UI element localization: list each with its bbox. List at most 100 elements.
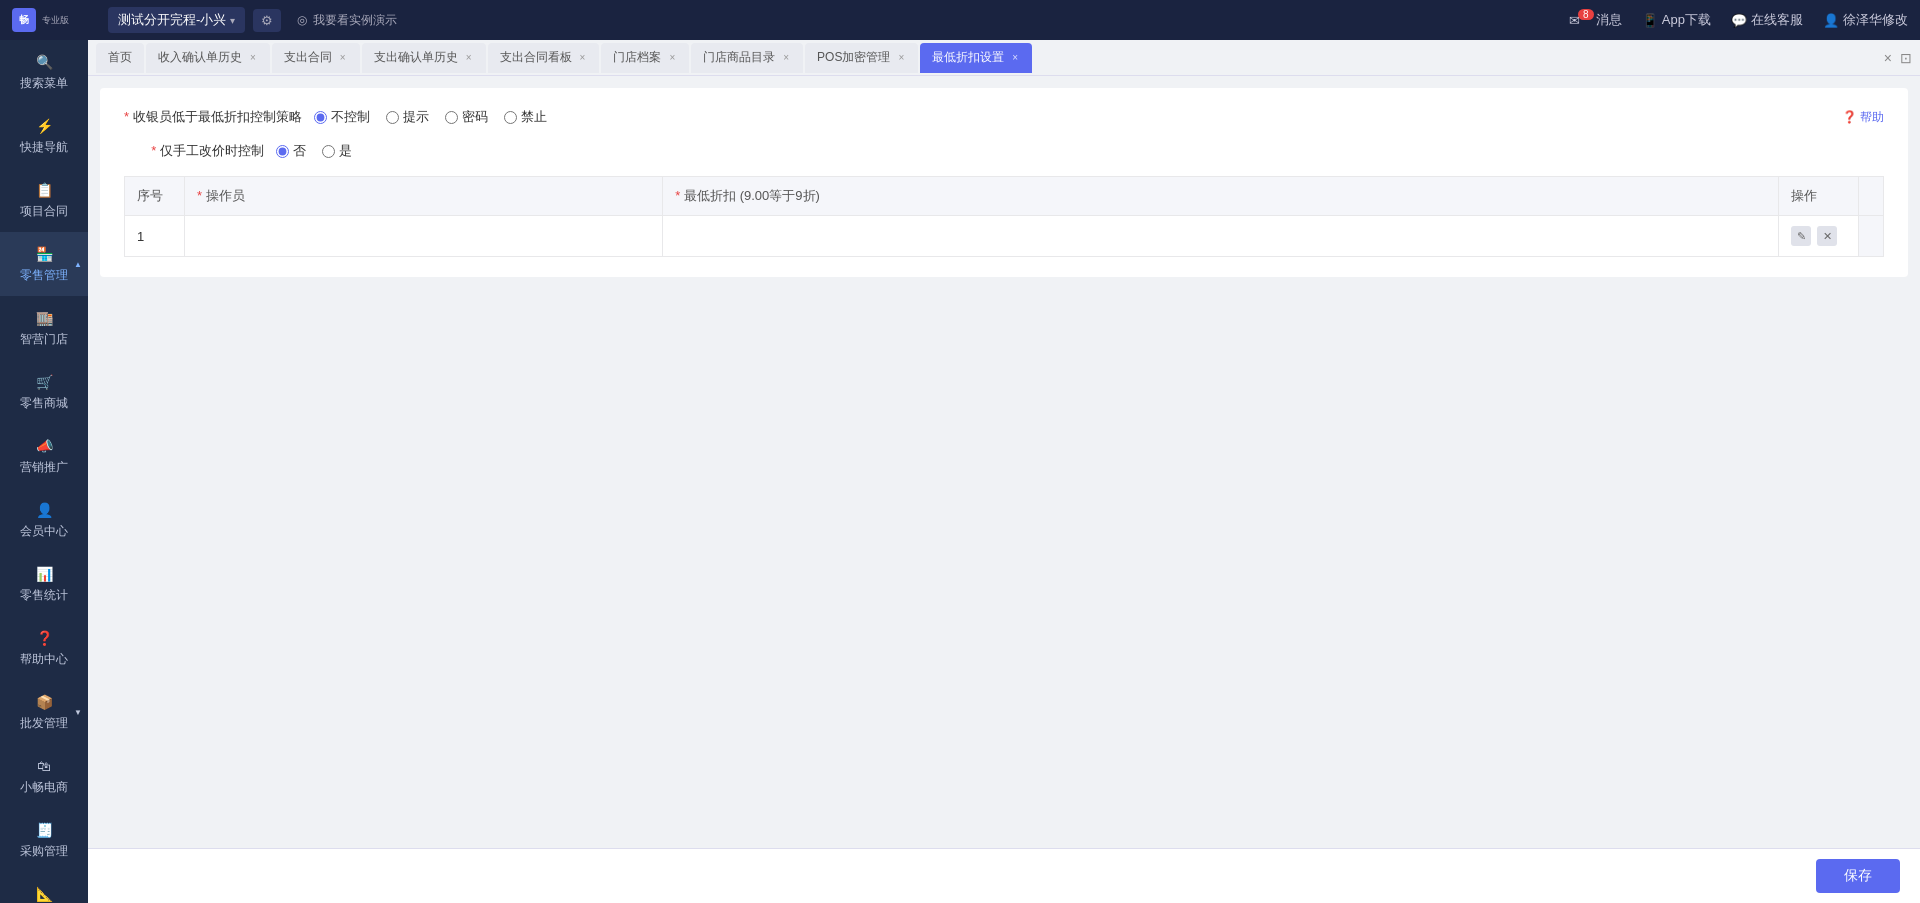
tab-payment-board-close[interactable]: × — [578, 51, 588, 64]
manual-price-label: 仅手工改价时控制 — [124, 142, 264, 160]
app-download-button[interactable]: 📱 App下载 — [1642, 11, 1711, 29]
member-icon: 👤 — [34, 500, 54, 520]
project-selector[interactable]: 测试分开完程-小兴 ▾ — [108, 7, 245, 33]
contract-icon: 📋 — [34, 180, 54, 200]
settings-card: 收银员低于最低折扣控制策略 不控制 提示 密码 — [100, 88, 1908, 277]
tab-income-confirm-label: 收入确认单历史 — [158, 49, 242, 66]
sidebar-item-project-contract[interactable]: 📋 项目合同 — [0, 168, 88, 232]
delete-icon[interactable]: ✕ — [1817, 226, 1837, 246]
inventory-icon: 📐 — [34, 884, 54, 903]
logo-area: 畅 专业版 — [12, 8, 92, 32]
radio-remind[interactable]: 提示 — [386, 108, 429, 126]
td-min-discount — [663, 216, 1779, 257]
radio-no-control[interactable]: 不控制 — [314, 108, 370, 126]
sidebar-item-inventory[interactable]: 📐 库存核算 — [0, 872, 88, 903]
settings-button[interactable]: ⚙ — [253, 9, 281, 32]
sidebar-item-search-menu[interactable]: 🔍 搜索菜单 — [0, 40, 88, 104]
tab-payment-contract[interactable]: 支出合同 × — [272, 43, 360, 73]
td-operator — [185, 216, 663, 257]
tab-store-product-label: 门店商品目录 — [703, 49, 775, 66]
quick-nav-icon: ⚡ — [34, 116, 54, 136]
service-icon: 💬 — [1731, 13, 1747, 28]
table-row: 1 ✎ ✕ — [125, 216, 1884, 257]
sidebar-item-member-center[interactable]: 👤 会员中心 — [0, 488, 88, 552]
td-seq: 1 — [125, 216, 185, 257]
message-label: 消息 — [1596, 11, 1622, 29]
tab-bar: 首页 收入确认单历史 × 支出合同 × 支出确认单历史 × 支出合同看板 × 门… — [88, 40, 1920, 76]
project-name: 测试分开完程-小兴 — [118, 11, 226, 29]
radio-forbid-label: 禁止 — [521, 108, 547, 126]
cashier-policy-label: 收银员低于最低折扣控制策略 — [124, 108, 302, 126]
tab-payment-confirm-close[interactable]: × — [464, 51, 474, 64]
logo-icon: 畅 — [12, 8, 36, 32]
tab-payment-contract-label: 支出合同 — [284, 49, 332, 66]
radio-no[interactable]: 否 — [276, 142, 306, 160]
tab-payment-contract-close[interactable]: × — [338, 51, 348, 64]
tab-payment-confirm[interactable]: 支出确认单历史 × — [362, 43, 486, 73]
help-link[interactable]: ❓ 帮助 — [1842, 109, 1884, 126]
radio-password-label: 密码 — [462, 108, 488, 126]
sidebar-label: 帮助中心 — [20, 651, 68, 668]
tab-pos-encrypt-label: POS加密管理 — [817, 49, 890, 66]
sidebar-item-marketing[interactable]: 📣 营销推广 — [0, 424, 88, 488]
radio-no-control-input[interactable] — [314, 111, 327, 124]
tab-income-confirm[interactable]: 收入确认单历史 × — [146, 43, 270, 73]
radio-forbid-input[interactable] — [504, 111, 517, 124]
tab-income-confirm-close[interactable]: × — [248, 51, 258, 64]
save-button[interactable]: 保存 — [1816, 859, 1900, 893]
cashier-policy-row: 收银员低于最低折扣控制策略 不控制 提示 密码 — [124, 108, 1884, 126]
tab-store-product[interactable]: 门店商品目录 × — [691, 43, 803, 73]
sidebar-item-quick-nav[interactable]: ⚡ 快捷导航 — [0, 104, 88, 168]
message-button[interactable]: ✉ 8 消息 — [1569, 11, 1622, 29]
sidebar-item-ecommerce[interactable]: 🛍 小畅电商 — [0, 744, 88, 808]
tab-store-file-close[interactable]: × — [667, 51, 677, 64]
user-profile-button[interactable]: 👤 徐泽华修改 — [1823, 11, 1908, 29]
sidebar-item-retail-stats[interactable]: 📊 零售统计 — [0, 552, 88, 616]
tab-close-all-button[interactable]: × — [1884, 50, 1892, 66]
radio-yes[interactable]: 是 — [322, 142, 352, 160]
sidebar-label: 营销推广 — [20, 459, 68, 476]
search-icon: 🔍 — [34, 52, 54, 72]
ecommerce-icon: 🛍 — [34, 756, 54, 776]
sidebar-label: 零售商城 — [20, 395, 68, 412]
mall-icon: 🛒 — [34, 372, 54, 392]
online-service-label: 在线客服 — [1751, 11, 1803, 29]
radio-yes-input[interactable] — [322, 145, 335, 158]
tab-store-file[interactable]: 门店档案 × — [601, 43, 689, 73]
radio-no-input[interactable] — [276, 145, 289, 158]
radio-password[interactable]: 密码 — [445, 108, 488, 126]
tab-min-discount[interactable]: 最低折扣设置 × — [920, 43, 1032, 73]
tab-store-product-close[interactable]: × — [781, 51, 791, 64]
sidebar-item-retail-management[interactable]: 🏪 零售管理 — [0, 232, 88, 296]
content-area: 首页 收入确认单历史 × 支出合同 × 支出确认单历史 × 支出合同看板 × 门… — [88, 40, 1920, 903]
tab-home-label: 首页 — [108, 49, 132, 66]
tab-pos-encrypt[interactable]: POS加密管理 × — [805, 43, 918, 73]
sidebar-item-help-center[interactable]: ❓ 帮助中心 — [0, 616, 88, 680]
sidebar-label: 搜索菜单 — [20, 75, 68, 92]
tab-expand-button[interactable]: ⊡ — [1900, 50, 1912, 66]
avatar-icon: 👤 — [1823, 13, 1839, 28]
sidebar-item-retail-mall[interactable]: 🛒 零售商城 — [0, 360, 88, 424]
tab-payment-confirm-label: 支出确认单历史 — [374, 49, 458, 66]
radio-password-input[interactable] — [445, 111, 458, 124]
manual-price-row: 仅手工改价时控制 否 是 — [124, 142, 1884, 160]
th-action: 操作 — [1779, 177, 1859, 216]
gear-icon: ⚙ — [261, 13, 273, 28]
online-service-button[interactable]: 💬 在线客服 — [1731, 11, 1803, 29]
edit-icon[interactable]: ✎ — [1791, 226, 1811, 246]
radio-remind-input[interactable] — [386, 111, 399, 124]
sidebar-item-batch-management[interactable]: 📦 批发管理 — [0, 680, 88, 744]
tab-home[interactable]: 首页 — [96, 43, 144, 73]
demo-link[interactable]: ◎ 我要看实例演示 — [297, 12, 397, 29]
bottom-bar: 保存 — [88, 848, 1920, 903]
help-icon: ❓ — [34, 628, 54, 648]
sidebar-item-purchase[interactable]: 🧾 采购管理 — [0, 808, 88, 872]
radio-yes-label: 是 — [339, 142, 352, 160]
discount-table: 序号 操作员 最低折扣 (9.00等于9折) 操作 1 — [124, 176, 1884, 257]
tab-payment-board[interactable]: 支出合同看板 × — [488, 43, 600, 73]
tab-pos-encrypt-close[interactable]: × — [896, 51, 906, 64]
sidebar-item-smart-store[interactable]: 🏬 智营门店 — [0, 296, 88, 360]
radio-forbid[interactable]: 禁止 — [504, 108, 547, 126]
tab-min-discount-close[interactable]: × — [1010, 51, 1020, 64]
th-scroll — [1859, 177, 1884, 216]
